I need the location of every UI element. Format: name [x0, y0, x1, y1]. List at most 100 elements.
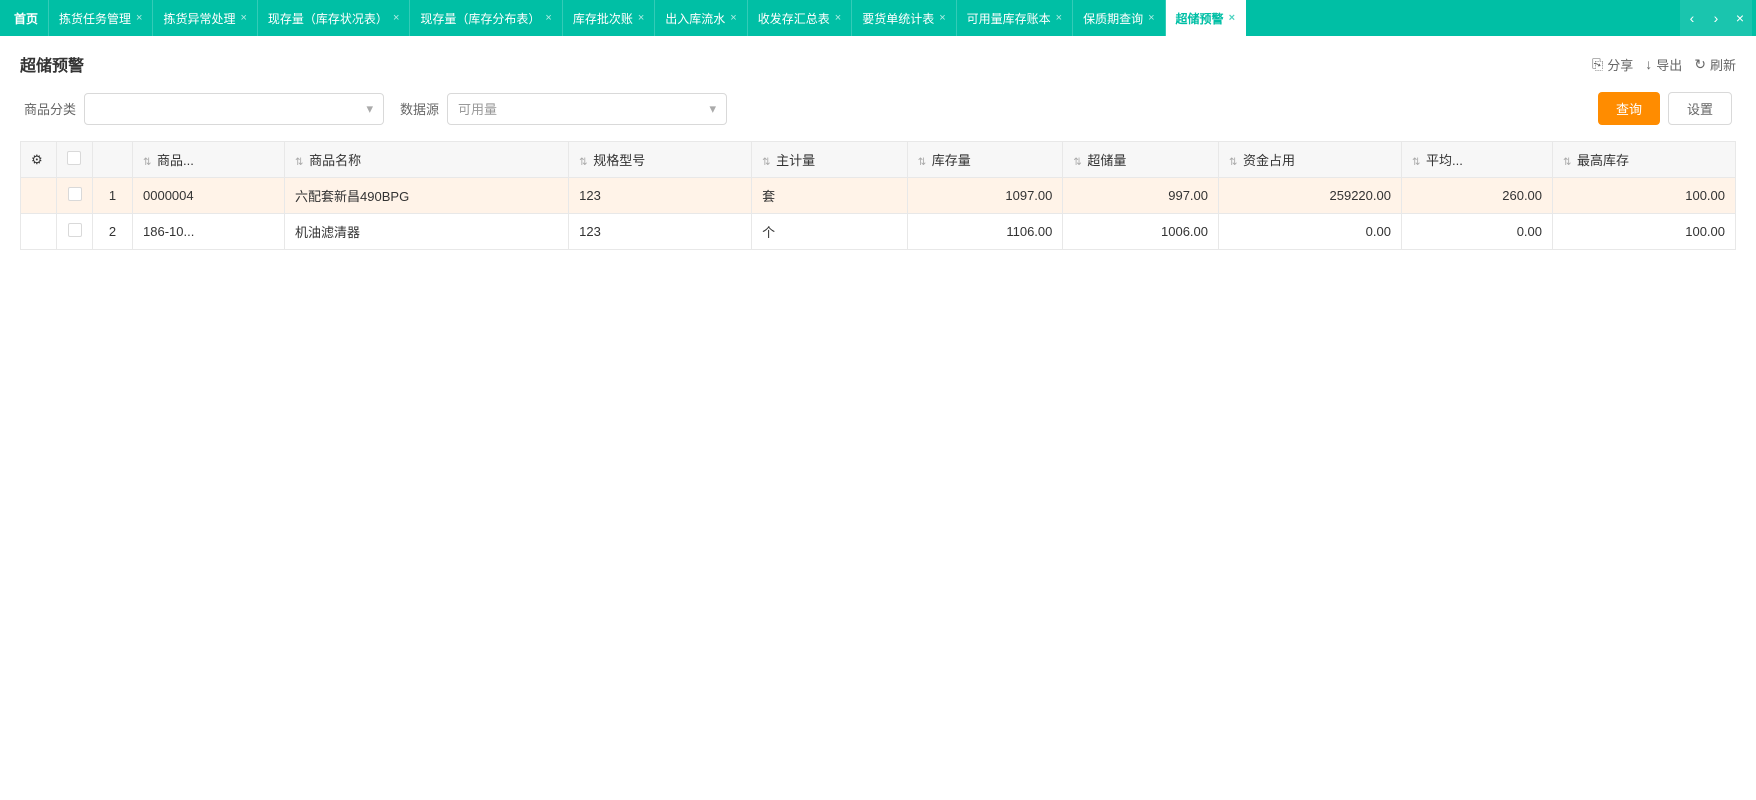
- th-avg[interactable]: ⇅ 平均...: [1401, 142, 1552, 178]
- sort-icon: ⇅: [918, 157, 926, 168]
- cell-checkbox[interactable]: [57, 178, 93, 214]
- cell-unit: 个: [752, 214, 908, 250]
- th-spec[interactable]: ⇅ 规格型号: [569, 142, 752, 178]
- th-gear[interactable]: ⚙: [21, 142, 57, 178]
- nav-tab-stock-status[interactable]: 现存量（库存状况表） ×: [258, 0, 410, 36]
- page-actions: ⎘ 分享 ↓ 导出 ↻ 刷新: [1592, 55, 1736, 74]
- cell-product-name: 六配套新昌490BPG: [285, 178, 569, 214]
- page-content: 超储预警 ⎘ 分享 ↓ 导出 ↻ 刷新 商品分类 ▾ 数据源: [0, 36, 1756, 800]
- nav-tab-abnormal[interactable]: 拣货异常处理 ×: [153, 0, 257, 36]
- gear-icon: ⚙: [31, 152, 43, 167]
- close-tab-order-stats[interactable]: ×: [939, 12, 945, 24]
- header-checkbox[interactable]: [67, 151, 81, 165]
- close-tab-overstock-warn[interactable]: ×: [1229, 12, 1235, 24]
- cell-spec: 123: [569, 214, 752, 250]
- cell-capital-usage: 0.00: [1219, 214, 1402, 250]
- sort-icon: ⇅: [1073, 157, 1081, 168]
- query-button[interactable]: 查询: [1598, 92, 1660, 125]
- th-overstock-qty[interactable]: ⇅ 超储量: [1063, 142, 1219, 178]
- category-select[interactable]: ▾: [84, 93, 384, 125]
- nav-tab-available-acct[interactable]: 可用量库存账本 ×: [957, 0, 1073, 36]
- row-checkbox[interactable]: [68, 187, 82, 201]
- cell-row-num: 2: [93, 214, 133, 250]
- close-tab-batch[interactable]: ×: [638, 12, 644, 24]
- close-tab-task-mgmt[interactable]: ×: [136, 12, 142, 24]
- sort-icon: ⇅: [143, 157, 151, 168]
- table-row[interactable]: 1 0000004 六配套新昌490BPG 123 套 1097.00 997.…: [21, 178, 1736, 214]
- settings-button[interactable]: 设置: [1668, 92, 1732, 125]
- cell-spec: 123: [569, 178, 752, 214]
- th-stock-qty[interactable]: ⇅ 库存量: [907, 142, 1063, 178]
- cell-unit: 套: [752, 178, 908, 214]
- sort-icon: ⇅: [295, 157, 303, 168]
- cell-row-num: 1: [93, 178, 133, 214]
- th-unit[interactable]: ⇅ 主计量: [752, 142, 908, 178]
- sort-icon: ⇅: [1563, 157, 1571, 168]
- nav-tab-inout-flow[interactable]: 出入库流水 ×: [655, 0, 747, 36]
- sort-icon: ⇅: [1412, 157, 1420, 168]
- th-max-stock[interactable]: ⇅ 最高库存: [1553, 142, 1736, 178]
- export-icon: ↓: [1645, 56, 1652, 72]
- close-tab-inout-flow[interactable]: ×: [730, 12, 736, 24]
- nav-tab-quality-check[interactable]: 保质期查询 ×: [1073, 0, 1165, 36]
- datasource-select[interactable]: 可用量 ▾: [447, 93, 727, 125]
- nav-tab-recv-summary[interactable]: 收发存汇总表 ×: [748, 0, 852, 36]
- page-title: 超储预警: [20, 52, 84, 76]
- nav-tab-task-mgmt[interactable]: 拣货任务管理 ×: [49, 0, 153, 36]
- nav-tab-overstock-warn[interactable]: 超储预警 ×: [1166, 0, 1246, 36]
- close-tab-stock-dist[interactable]: ×: [545, 12, 551, 24]
- datasource-label: 数据源: [400, 99, 439, 118]
- refresh-button[interactable]: ↻ 刷新: [1694, 55, 1736, 74]
- nav-arrow-close[interactable]: ×: [1728, 0, 1752, 36]
- cell-stock-qty: 1106.00: [907, 214, 1063, 250]
- cell-overstock-qty: 997.00: [1063, 178, 1219, 214]
- close-tab-available-acct[interactable]: ×: [1056, 12, 1062, 24]
- sort-icon: ⇅: [1229, 157, 1237, 168]
- share-icon: ⎘: [1592, 56, 1603, 73]
- cell-capital-usage: 259220.00: [1219, 178, 1402, 214]
- nav-tab-batch[interactable]: 库存批次账 ×: [563, 0, 655, 36]
- data-table: ⚙ ⇅ 商品... ⇅ 商品名称 ⇅ 规格型号: [20, 141, 1736, 250]
- cell-overstock-qty: 1006.00: [1063, 214, 1219, 250]
- filter-row: 商品分类 ▾ 数据源 可用量 ▾ 查询 设置: [20, 92, 1736, 125]
- th-product-code[interactable]: ⇅ 商品...: [133, 142, 285, 178]
- cell-product-code: 0000004: [133, 178, 285, 214]
- close-tab-recv-summary[interactable]: ×: [835, 12, 841, 24]
- nav-tab-order-stats[interactable]: 要货单统计表 ×: [852, 0, 956, 36]
- cell-stock-qty: 1097.00: [907, 178, 1063, 214]
- th-row-num: [93, 142, 133, 178]
- cell-product-code: 186-10...: [133, 214, 285, 250]
- export-button[interactable]: ↓ 导出: [1645, 55, 1682, 74]
- nav-tab-stock-dist[interactable]: 现存量（库存分布表） ×: [410, 0, 562, 36]
- page-header: 超储预警 ⎘ 分享 ↓ 导出 ↻ 刷新: [20, 52, 1736, 76]
- sort-icon: ⇅: [762, 157, 770, 168]
- row-checkbox[interactable]: [68, 223, 82, 237]
- nav-arrow-right[interactable]: ›: [1704, 0, 1728, 36]
- datasource-select-value: 可用量: [458, 99, 497, 118]
- table-row[interactable]: 2 186-10... 机油滤清器 123 个 1106.00 1006.00 …: [21, 214, 1736, 250]
- cell-actions: [21, 178, 57, 214]
- close-tab-stock-status[interactable]: ×: [393, 12, 399, 24]
- nav-arrow-left[interactable]: ‹: [1680, 0, 1704, 36]
- datasource-filter: 数据源 可用量 ▾: [400, 93, 727, 125]
- cell-actions: [21, 214, 57, 250]
- close-tab-abnormal[interactable]: ×: [240, 12, 246, 24]
- nav-arrows: ‹ › ×: [1680, 0, 1752, 36]
- category-dropdown-icon: ▾: [366, 101, 373, 117]
- cell-product-name: 机油滤清器: [285, 214, 569, 250]
- th-product-name[interactable]: ⇅ 商品名称: [285, 142, 569, 178]
- th-capital-usage[interactable]: ⇅ 资金占用: [1219, 142, 1402, 178]
- share-button[interactable]: ⎘ 分享: [1592, 55, 1633, 74]
- close-tab-quality-check[interactable]: ×: [1148, 12, 1154, 24]
- cell-max-stock: 100.00: [1553, 214, 1736, 250]
- category-filter: 商品分类 ▾: [24, 93, 384, 125]
- datasource-dropdown-icon: ▾: [710, 101, 717, 117]
- cell-max-stock: 100.00: [1553, 178, 1736, 214]
- cell-avg: 0.00: [1401, 214, 1552, 250]
- nav-tab-home[interactable]: 首页: [4, 0, 49, 36]
- category-label: 商品分类: [24, 99, 76, 118]
- sort-icon: ⇅: [579, 157, 587, 168]
- th-checkbox[interactable]: [57, 142, 93, 178]
- filter-buttons: 查询 设置: [1598, 92, 1732, 125]
- cell-checkbox[interactable]: [57, 214, 93, 250]
